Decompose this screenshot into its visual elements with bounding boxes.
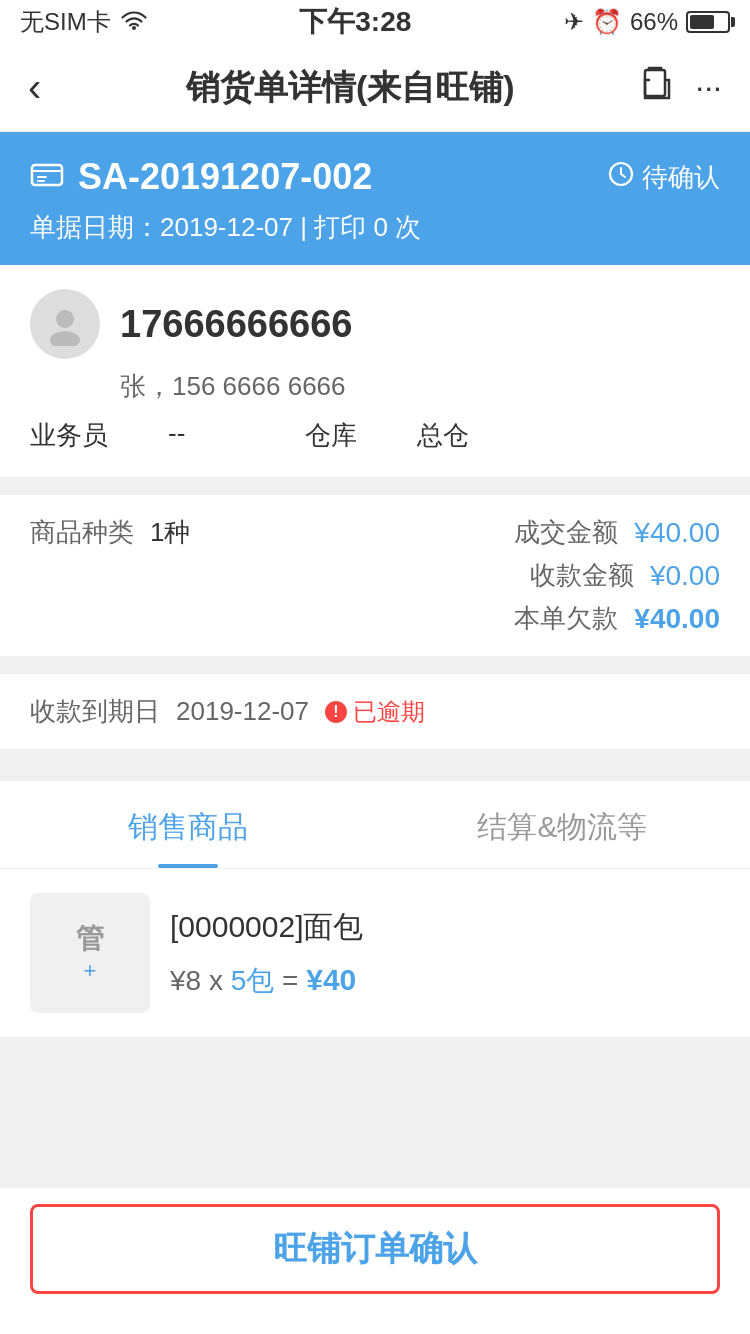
- avatar: [30, 289, 100, 359]
- received-row: 收款金额 ¥0.00: [530, 558, 720, 593]
- overdue-icon: !: [325, 701, 347, 723]
- alarm-icon: ⏰: [592, 8, 622, 36]
- nav-bar: ‹ 销货单详情(来自旺铺) ···: [0, 44, 750, 132]
- tabs-section: 销售商品 结算&物流等 管 + [0000002]面包 ¥8 x 5包 = ¥4…: [0, 781, 750, 1037]
- order-date: 单据日期：2019-12-07 | 打印 0 次: [30, 210, 720, 245]
- sales-person-label: 业务员: [30, 418, 108, 453]
- received-value: ¥0.00: [650, 560, 720, 592]
- quantity: 5包: [231, 965, 275, 996]
- due-section: 收款到期日 2019-12-07 ! 已逾期: [0, 674, 750, 749]
- product-type-value: 1种: [150, 515, 190, 550]
- order-header-top: SA-20191207-002 待确认: [30, 156, 720, 198]
- order-status: 待确认: [608, 160, 720, 195]
- product-thumbnail: 管 +: [30, 893, 150, 1013]
- customer-phone: 17666666666: [120, 303, 352, 346]
- customer-name: 张，156 6666 6666: [120, 369, 720, 404]
- received-label: 收款金额: [530, 558, 634, 593]
- product-type-label: 商品种类: [30, 515, 134, 550]
- owed-label: 本单欠款: [514, 601, 618, 636]
- back-button[interactable]: ‹: [28, 65, 61, 110]
- owed-row: 本单欠款 ¥40.00: [514, 601, 720, 636]
- carrier-label: 无SIM卡: [20, 6, 111, 38]
- product-price: ¥8 x 5包 = ¥40: [170, 962, 720, 1000]
- warehouse-label: 仓库: [305, 418, 357, 453]
- confirm-order-button[interactable]: 旺铺订单确认: [30, 1204, 720, 1294]
- divider1: [0, 479, 750, 495]
- customer-top: 17666666666: [30, 289, 720, 359]
- nav-actions: ···: [639, 66, 722, 110]
- summary-section: 商品种类 1种 成交金额 ¥40.00 收款金额 ¥0.00 本单欠款 ¥40.…: [0, 495, 750, 656]
- tab-settlement[interactable]: 结算&物流等: [375, 781, 750, 868]
- status-bar-right: ✈ ⏰ 66%: [564, 8, 730, 36]
- status-bar: 无SIM卡 下午3:28 ✈ ⏰ 66%: [0, 0, 750, 44]
- multiply-sign: x: [209, 965, 231, 996]
- tab-sales-products[interactable]: 销售商品: [0, 781, 375, 868]
- amount-label: 成交金额: [514, 515, 618, 550]
- battery-label: 66%: [630, 8, 678, 36]
- wifi-icon: [121, 8, 147, 36]
- unit-price: ¥8: [170, 965, 201, 996]
- warehouse-value: 总仓: [417, 418, 469, 453]
- order-header-card: SA-20191207-002 待确认 单据日期：2019-12-07 | 打印…: [0, 132, 750, 265]
- product-type-row: 商品种类 1种: [30, 515, 190, 550]
- battery-icon: [686, 11, 730, 33]
- product-logo: 管 +: [76, 921, 104, 986]
- tabs-bar: 销售商品 结算&物流等: [0, 781, 750, 869]
- summary-right: 成交金额 ¥40.00 收款金额 ¥0.00 本单欠款 ¥40.00: [514, 515, 720, 636]
- customer-section: 17666666666 张，156 6666 6666 业务员 -- 仓库 总仓: [0, 265, 750, 477]
- owed-value: ¥40.00: [634, 603, 720, 635]
- order-id: SA-20191207-002: [30, 156, 372, 198]
- product-name: [0000002]面包: [170, 907, 720, 948]
- summary-left: 商品种类 1种: [30, 515, 190, 550]
- status-time: 下午3:28: [299, 3, 411, 41]
- divider2: [0, 658, 750, 674]
- location-icon: ✈: [564, 8, 584, 36]
- page-title: 销货单详情(来自旺铺): [61, 65, 639, 111]
- divider3: [0, 765, 750, 781]
- svg-rect-1: [32, 165, 62, 185]
- amount-row: 成交金额 ¥40.00: [514, 515, 720, 550]
- amount-value: ¥40.00: [634, 517, 720, 549]
- product-total: ¥40: [306, 963, 356, 996]
- order-icon: [30, 156, 66, 198]
- share-button[interactable]: [639, 66, 675, 110]
- customer-meta: 业务员 -- 仓库 总仓: [30, 418, 720, 453]
- due-date-label: 收款到期日: [30, 694, 160, 729]
- product-info: [0000002]面包 ¥8 x 5包 = ¥40: [170, 907, 720, 1000]
- due-date-value: 2019-12-07: [176, 696, 309, 727]
- product-item: 管 + [0000002]面包 ¥8 x 5包 = ¥40: [0, 869, 750, 1037]
- sales-person-value: --: [168, 418, 185, 453]
- clock-icon: [608, 161, 634, 194]
- svg-point-4: [50, 331, 80, 346]
- status-bar-left: 无SIM卡: [20, 6, 147, 38]
- equals-sign: =: [282, 965, 306, 996]
- more-button[interactable]: ···: [695, 69, 722, 106]
- bottom-bar: 旺铺订单确认: [0, 1188, 750, 1334]
- svg-point-3: [56, 310, 74, 328]
- overdue-label: 已逾期: [353, 696, 425, 728]
- svg-rect-0: [645, 70, 665, 96]
- overdue-badge: ! 已逾期: [325, 696, 425, 728]
